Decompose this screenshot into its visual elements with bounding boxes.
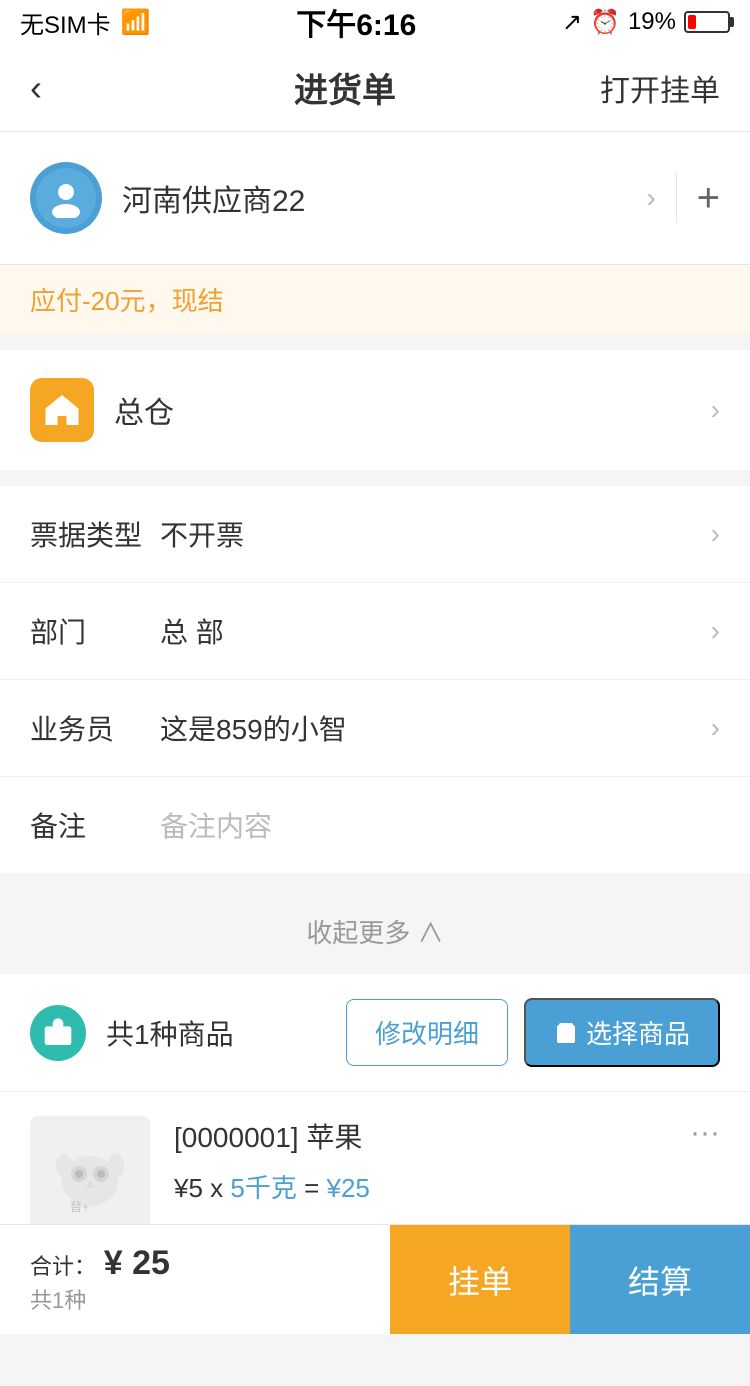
department-label: 部门	[30, 611, 150, 651]
battery-fill	[688, 15, 696, 29]
select-product-button[interactable]: 选择商品	[524, 998, 720, 1067]
status-right: ↗ ⏰ 19%	[562, 8, 730, 37]
supplier-avatar	[30, 162, 102, 234]
modify-detail-button[interactable]: 修改明细	[346, 999, 508, 1066]
department-value: 总 部	[150, 611, 711, 651]
carrier-text: 无SIM卡	[20, 5, 111, 40]
add-supplier-button[interactable]: +	[697, 178, 720, 218]
product-thumbnail: 替+	[30, 1116, 150, 1236]
divider	[676, 173, 677, 223]
status-bar: 无SIM卡 📶 下午6:16 ↗ ⏰ 19%	[0, 0, 750, 44]
status-time: 下午6:16	[296, 0, 416, 44]
checkout-button[interactable]: 结算	[570, 1225, 750, 1334]
warehouse-name: 总仓	[114, 388, 711, 432]
total-row: 合计： ¥ 25	[30, 1244, 360, 1283]
product-equals: =	[304, 1173, 326, 1203]
product-name: [0000001] 苹果	[174, 1116, 690, 1156]
invoice-row[interactable]: 票据类型 不开票 ›	[0, 486, 750, 582]
location-icon: ↗	[562, 8, 582, 37]
product-multiply: x	[210, 1173, 230, 1203]
content-area: 河南供应商22 › + 应付-20元，现结 总仓 › 票据类型 不开票 › 部门…	[0, 132, 750, 1386]
select-product-label: 选择商品	[586, 1014, 690, 1051]
supplier-chevron-icon: ›	[646, 182, 655, 214]
remark-label: 备注	[30, 805, 150, 845]
product-info: [0000001] 苹果 ¥5 x 5千克 = ¥25	[174, 1116, 690, 1205]
salesman-row[interactable]: 业务员 这是859的小智 ›	[0, 679, 750, 776]
open-pending-button[interactable]: 打开挂单	[600, 66, 720, 110]
total-count: 共1种	[30, 1283, 360, 1315]
supplier-section: 河南供应商22 › + 应付-20元，现结	[0, 132, 750, 334]
warehouse-section: 总仓 ›	[0, 350, 750, 470]
page-title: 进货单	[294, 63, 396, 112]
hang-order-button[interactable]: 挂单	[390, 1225, 570, 1334]
salesman-chevron-icon: ›	[711, 712, 720, 744]
supplier-row[interactable]: 河南供应商22 › +	[0, 132, 750, 265]
product-section: 共1种商品 修改明细 选择商品	[0, 974, 750, 1260]
total-amount: ¥ 25	[104, 1244, 170, 1282]
bottom-total: 合计： ¥ 25 共1种	[0, 1225, 390, 1334]
department-row[interactable]: 部门 总 部 ›	[0, 582, 750, 679]
battery-icon	[684, 11, 730, 33]
remark-row[interactable]: 备注 备注内容	[0, 776, 750, 873]
warehouse-icon	[30, 378, 94, 442]
total-label: 合计：	[30, 1254, 96, 1279]
product-count: 共1种商品	[106, 1013, 346, 1053]
remark-input[interactable]: 备注内容	[150, 805, 720, 845]
back-button[interactable]: ‹	[30, 67, 90, 109]
supplier-alert: 应付-20元，现结	[0, 265, 750, 334]
supplier-name: 河南供应商22	[122, 176, 646, 220]
invoice-chevron-icon: ›	[711, 518, 720, 550]
product-total: ¥25	[327, 1173, 370, 1203]
product-title: 苹果	[306, 1122, 362, 1153]
warehouse-chevron-icon: ›	[711, 394, 720, 426]
product-quantity: 5千克	[230, 1173, 296, 1203]
avatar-inner	[36, 168, 96, 228]
product-icon	[30, 1005, 86, 1061]
status-left: 无SIM卡 📶	[20, 5, 151, 40]
department-chevron-icon: ›	[711, 615, 720, 647]
product-code: [0000001]	[174, 1122, 299, 1153]
cart-icon	[554, 1021, 578, 1045]
owl-logo-icon: 替+	[50, 1136, 130, 1216]
warehouse-row[interactable]: 总仓 ›	[0, 350, 750, 470]
product-price-row: ¥5 x 5千克 = ¥25	[174, 1168, 690, 1205]
svg-text:替+: 替+	[70, 1200, 89, 1214]
product-unit-price: ¥5	[174, 1173, 203, 1203]
bottom-bar: 合计： ¥ 25 共1种 挂单 结算	[0, 1224, 750, 1334]
alarm-icon: ⏰	[590, 8, 620, 37]
salesman-value: 这是859的小智	[150, 708, 711, 748]
salesman-label: 业务员	[30, 708, 150, 748]
invoice-label: 票据类型	[30, 514, 150, 554]
nav-bar: ‹ 进货单 打开挂单	[0, 44, 750, 132]
product-header: 共1种商品 修改明细 选择商品	[0, 974, 750, 1092]
collapse-row[interactable]: 收起更多 ∧	[0, 889, 750, 974]
invoice-value: 不开票	[150, 514, 711, 554]
product-more-button[interactable]: ···	[690, 1116, 720, 1150]
form-section: 票据类型 不开票 › 部门 总 部 › 业务员 这是859的小智 › 备注 备注…	[0, 486, 750, 873]
wifi-icon: 📶	[121, 8, 151, 37]
battery-pct: 19%	[628, 8, 676, 36]
